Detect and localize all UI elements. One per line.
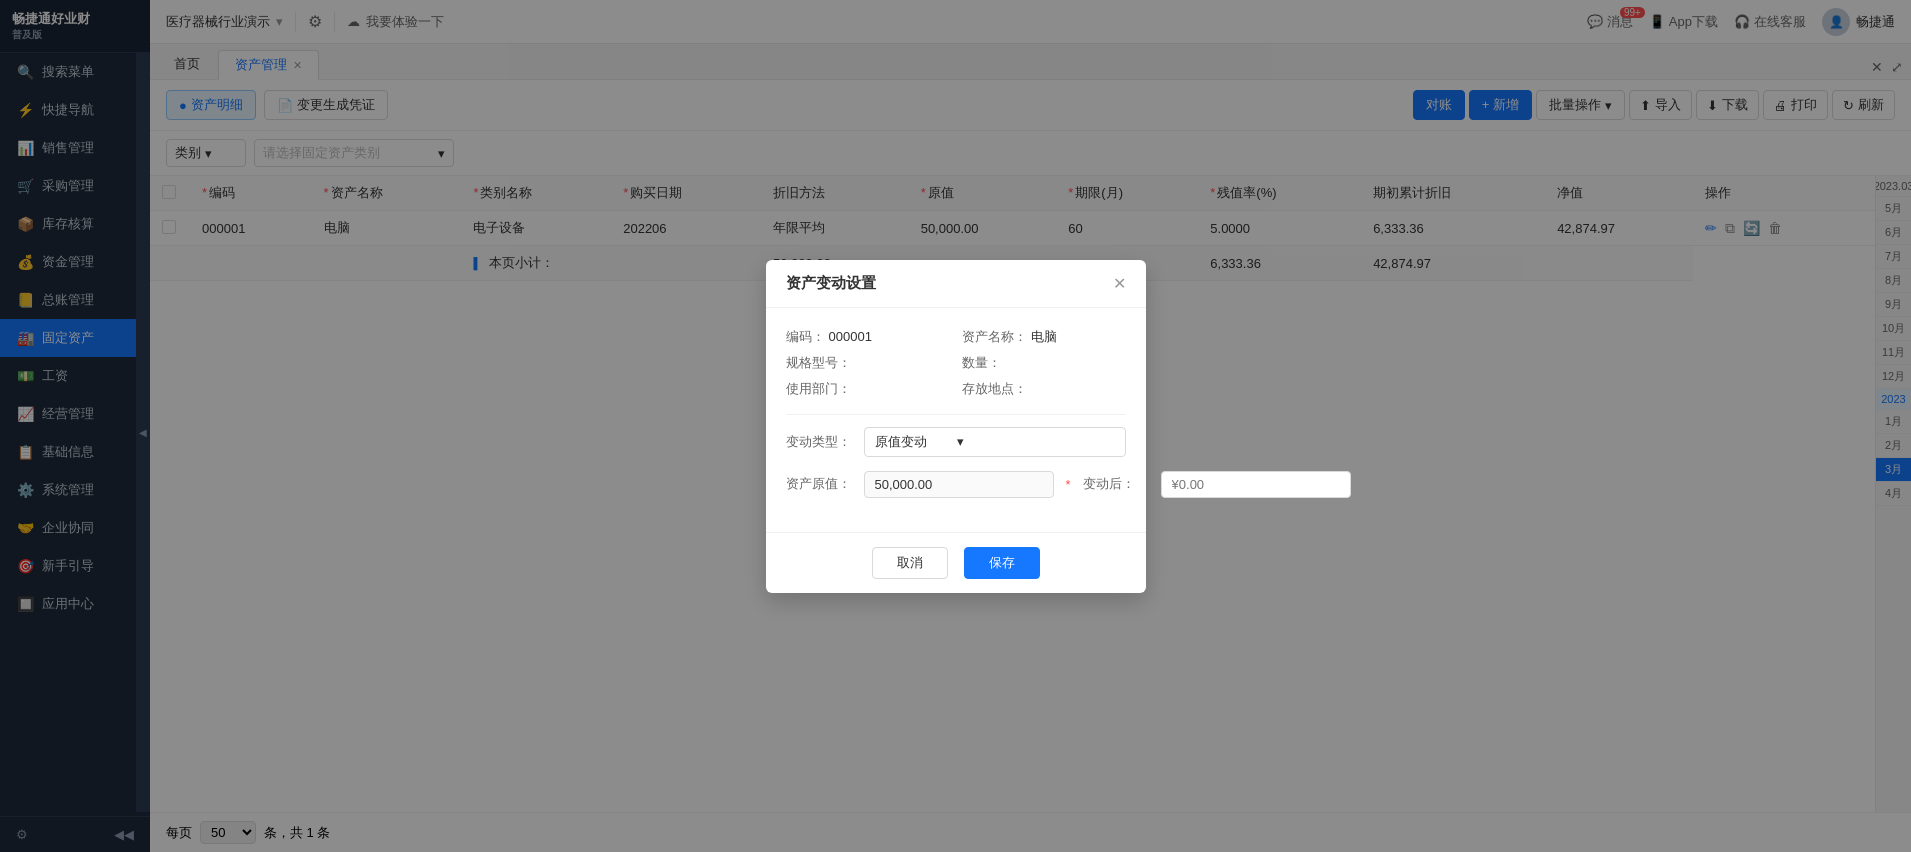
- change-type-value: 原值变动: [875, 433, 927, 451]
- modal-spec-item: 规格型号：: [786, 354, 950, 372]
- modal-title: 资产变动设置: [786, 274, 876, 293]
- change-type-dropdown-icon: ▾: [957, 434, 964, 449]
- modal-change-type-row: 变动类型： 原值变动 ▾: [786, 427, 1126, 457]
- change-type-label: 变动类型：: [786, 433, 856, 451]
- modal-divider: [786, 414, 1126, 415]
- save-button[interactable]: 保存: [964, 547, 1040, 579]
- cancel-button[interactable]: 取消: [872, 547, 948, 579]
- modal-close-btn[interactable]: ✕: [1113, 274, 1126, 293]
- modal-body: 编码： 000001 资产名称： 电脑 规格型号： 数量： 使用部门：: [766, 308, 1146, 532]
- after-value-input[interactable]: [1161, 471, 1351, 498]
- modal-overlay: 资产变动设置 ✕ 编码： 000001 资产名称： 电脑 规格型号： 数量：: [0, 0, 1911, 852]
- asset-change-modal: 资产变动设置 ✕ 编码： 000001 资产名称： 电脑 规格型号： 数量：: [766, 260, 1146, 593]
- modal-name-item: 资产名称： 电脑: [962, 328, 1126, 346]
- original-value-input[interactable]: [864, 471, 1054, 498]
- after-label: 变动后：: [1083, 475, 1153, 493]
- modal-quantity-item: 数量：: [962, 354, 1126, 372]
- modal-dept-item: 使用部门：: [786, 380, 950, 398]
- modal-code-item: 编码： 000001: [786, 328, 950, 346]
- change-type-select[interactable]: 原值变动 ▾: [864, 427, 1126, 457]
- modal-footer: 取消 保存: [766, 532, 1146, 593]
- original-value-label: 资产原值：: [786, 475, 856, 493]
- modal-header: 资产变动设置 ✕: [766, 260, 1146, 308]
- modal-value-row: 资产原值： * 变动后：: [786, 471, 1126, 498]
- modal-info-grid: 编码： 000001 资产名称： 电脑 规格型号： 数量： 使用部门：: [786, 328, 1126, 398]
- modal-location-item: 存放地点：: [962, 380, 1126, 398]
